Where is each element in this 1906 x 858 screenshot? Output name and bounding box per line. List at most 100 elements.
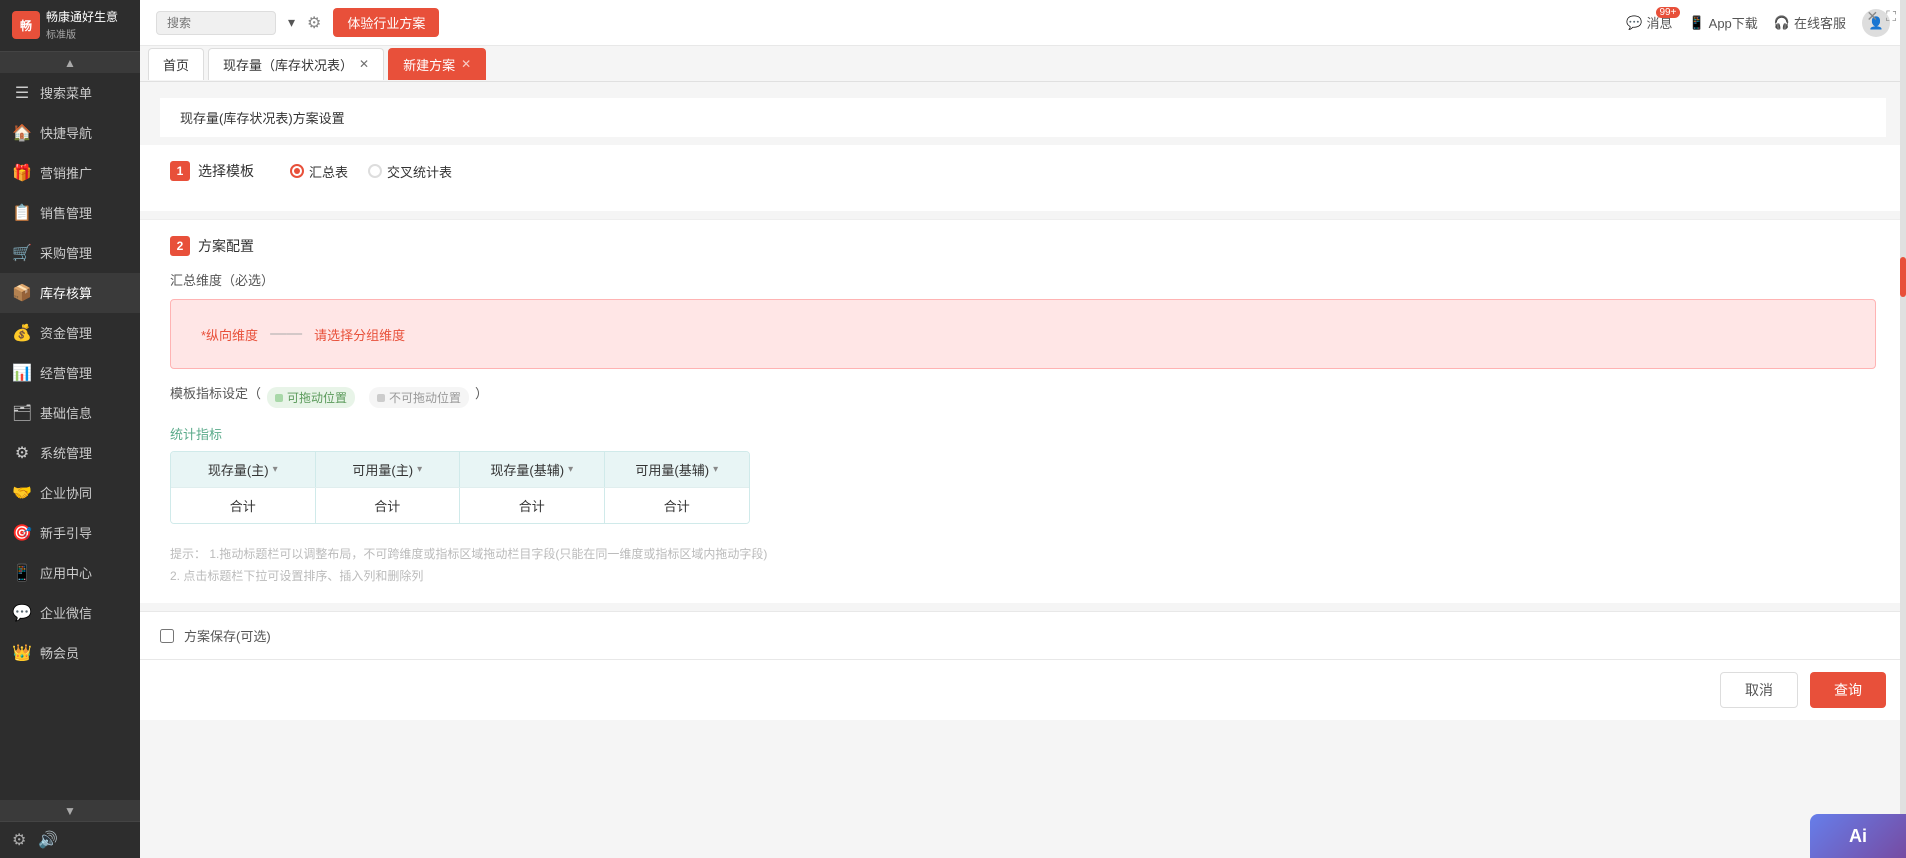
sidebar-item-label: 企业协同 (40, 483, 92, 502)
sidebar-item-label: 搜索菜单 (40, 83, 92, 102)
app-logo-icon: 畅 (12, 11, 40, 39)
sidebar-item-basic-info[interactable]: 🗂 基础信息 (0, 393, 140, 433)
sidebar-item-label: 企业微信 (40, 603, 92, 622)
sidebar-item-label: 新手引导 (40, 523, 92, 542)
basic-info-icon: 🗂 (12, 403, 32, 423)
online-service-label: 在线客服 (1794, 13, 1846, 32)
sidebar-item-label: 资金管理 (40, 323, 92, 342)
tab-inventory-close-icon[interactable]: ✕ (359, 57, 369, 71)
dimension-section: 汇总维度（必选） *纵向维度 —— 请选择分组维度 (170, 270, 1876, 369)
scroll-thumb[interactable] (1900, 257, 1906, 297)
newbie-icon: 🎯 (12, 523, 32, 543)
sidebar-item-marketing[interactable]: 🎁 营销推广 (0, 153, 140, 193)
sidebar-item-newbie[interactable]: 🎯 新手引导 (0, 513, 140, 553)
query-button[interactable]: 查询 (1810, 672, 1886, 708)
dimension-arrow: —— (270, 325, 302, 343)
section2-header: 2 方案配置 (170, 236, 1876, 256)
search-menu-icon: ☰ (12, 83, 32, 103)
table-cell-0-2: 合计 (460, 488, 605, 523)
message-button[interactable]: 💬 消息 99+ (1626, 13, 1672, 32)
sidebar-item-app-center[interactable]: 📱 应用中心 (0, 553, 140, 593)
audio-icon[interactable]: 🔊 (38, 830, 58, 850)
sidebar-item-quick-nav[interactable]: 🏠 快捷导航 (0, 113, 140, 153)
sidebar-item-sales[interactable]: 📋 销售管理 (0, 193, 140, 233)
tab-home[interactable]: 首页 (148, 48, 204, 80)
cancel-button[interactable]: 取消 (1720, 672, 1798, 708)
sidebar-item-enterprise[interactable]: 🤝 企业协同 (0, 473, 140, 513)
ai-badge[interactable]: Ai (1810, 814, 1906, 858)
section-choose-template: 1 选择模板 汇总表 交叉统计表 (140, 145, 1906, 211)
tips-title: 提示： (170, 547, 206, 561)
sales-icon: 📋 (12, 203, 32, 223)
headset-icon: 🎧 (1774, 15, 1790, 31)
page-title: 现存量(库存状况表)方案设置 (180, 111, 345, 126)
table-header-row: 现存量(主) ▾ 可用量(主) ▾ 现存量(基辅) ▾ 可用量(基辅) ▾ (171, 452, 749, 487)
radio-cross-circle (368, 164, 382, 178)
page-title-bar: 现存量(库存状况表)方案设置 (160, 98, 1886, 137)
tab-new-plan-close-icon[interactable]: ✕ (461, 57, 471, 71)
app-download-label: App下载 (1709, 13, 1758, 32)
metrics-label-row: 模板指标设定（ 可拖动位置 不可拖动位置 ） (170, 383, 1876, 412)
section2-title: 方案配置 (198, 236, 254, 256)
sidebar-item-search-menu[interactable]: ☰ 搜索菜单 (0, 73, 140, 113)
sidebar-item-label: 基础信息 (40, 403, 92, 422)
table-cell-0-1: 合计 (316, 488, 461, 523)
sidebar-item-finance[interactable]: 💰 资金管理 (0, 313, 140, 353)
app-name: 畅康通好生意 (46, 10, 118, 26)
scroll-indicator (1900, 0, 1906, 858)
table-header-3[interactable]: 可用量(基辅) ▾ (605, 452, 750, 487)
settings-icon[interactable]: ⚙ (12, 830, 26, 850)
gear-icon[interactable]: ⚙ (307, 13, 321, 33)
dropdown-button[interactable]: ▾ (288, 14, 295, 31)
home-icon: 🏠 (12, 123, 32, 143)
dimension-label: 汇总维度（必选） (170, 270, 1876, 289)
save-checkbox[interactable] (160, 629, 174, 643)
close-window-icon[interactable]: ✕ (1866, 8, 1878, 25)
sidebar-item-wechat[interactable]: 💬 企业微信 (0, 593, 140, 633)
radio-summary-circle (290, 164, 304, 178)
message-badge: 99+ (1656, 7, 1681, 18)
tip2: 2. 点击标题栏下拉可设置排序、插入列和删除列 (170, 569, 423, 583)
movable-label: 可拖动位置 (287, 389, 347, 406)
search-input[interactable] (156, 11, 276, 35)
sidebar-item-inventory[interactable]: 📦 库存核算 (0, 273, 140, 313)
sidebar-item-label: 营销推广 (40, 163, 92, 182)
table-header-2[interactable]: 现存量(基辅) ▾ (460, 452, 605, 487)
member-icon: 👑 (12, 643, 32, 663)
radio-cross[interactable]: 交叉统计表 (368, 162, 452, 181)
table-header-1[interactable]: 可用量(主) ▾ (316, 452, 461, 487)
sidebar-item-member[interactable]: 👑 畅会员 (0, 633, 140, 673)
radio-summary[interactable]: 汇总表 (290, 162, 348, 181)
dimension-box[interactable]: *纵向维度 —— 请选择分组维度 (170, 299, 1876, 369)
industry-solution-button[interactable]: 体验行业方案 (333, 8, 439, 37)
main-area: ▾ ⚙ 体验行业方案 💬 消息 99+ 📱 App下载 🎧 在线客服 👤 (140, 0, 1906, 858)
sidebar-item-label: 系统管理 (40, 443, 92, 462)
tabbar: 首页 现存量（库存状况表） ✕ 新建方案 ✕ ✕ ⛶ (140, 46, 1906, 82)
table-header-0[interactable]: 现存量(主) ▾ (171, 452, 316, 487)
metrics-close-paren: ） (475, 383, 488, 402)
sidebar-item-system[interactable]: ⚙ 系统管理 (0, 433, 140, 473)
tab-new-plan[interactable]: 新建方案 ✕ (388, 48, 486, 80)
page-header-section: 现存量(库存状况表)方案设置 (140, 82, 1906, 137)
expand-window-icon[interactable]: ⛶ (1886, 8, 1896, 25)
app-download-button[interactable]: 📱 App下载 (1688, 13, 1757, 32)
inventory-icon: 📦 (12, 283, 32, 303)
sidebar-item-label: 应用中心 (40, 563, 92, 582)
sidebar-item-label: 快捷导航 (40, 123, 92, 142)
section1-title: 选择模板 (198, 161, 254, 181)
sidebar-item-label: 销售管理 (40, 203, 92, 222)
scroll-down-area[interactable]: ▼ (0, 800, 140, 821)
tab-home-label: 首页 (163, 55, 189, 74)
scroll-up-area[interactable]: ▲ (0, 52, 140, 73)
finance-icon: 💰 (12, 323, 32, 343)
sidebar-item-purchase[interactable]: 🛒 采购管理 (0, 233, 140, 273)
sidebar-item-operations[interactable]: 📊 经营管理 (0, 353, 140, 393)
cart-icon: 🛒 (12, 243, 32, 263)
chevron-down-icon-0: ▾ (273, 464, 278, 475)
movable-badge: 可拖动位置 (267, 387, 355, 408)
dimension-placeholder: 请选择分组维度 (314, 325, 405, 344)
online-service-button[interactable]: 🎧 在线客服 (1774, 13, 1846, 32)
tip1: 1.拖动标题栏可以调整布局，不可跨维度或指标区域拖动栏目字段(只能在同一维度或指… (209, 547, 767, 561)
tab-inventory-status[interactable]: 现存量（库存状况表） ✕ (208, 48, 384, 80)
unmovable-dot (377, 394, 385, 402)
